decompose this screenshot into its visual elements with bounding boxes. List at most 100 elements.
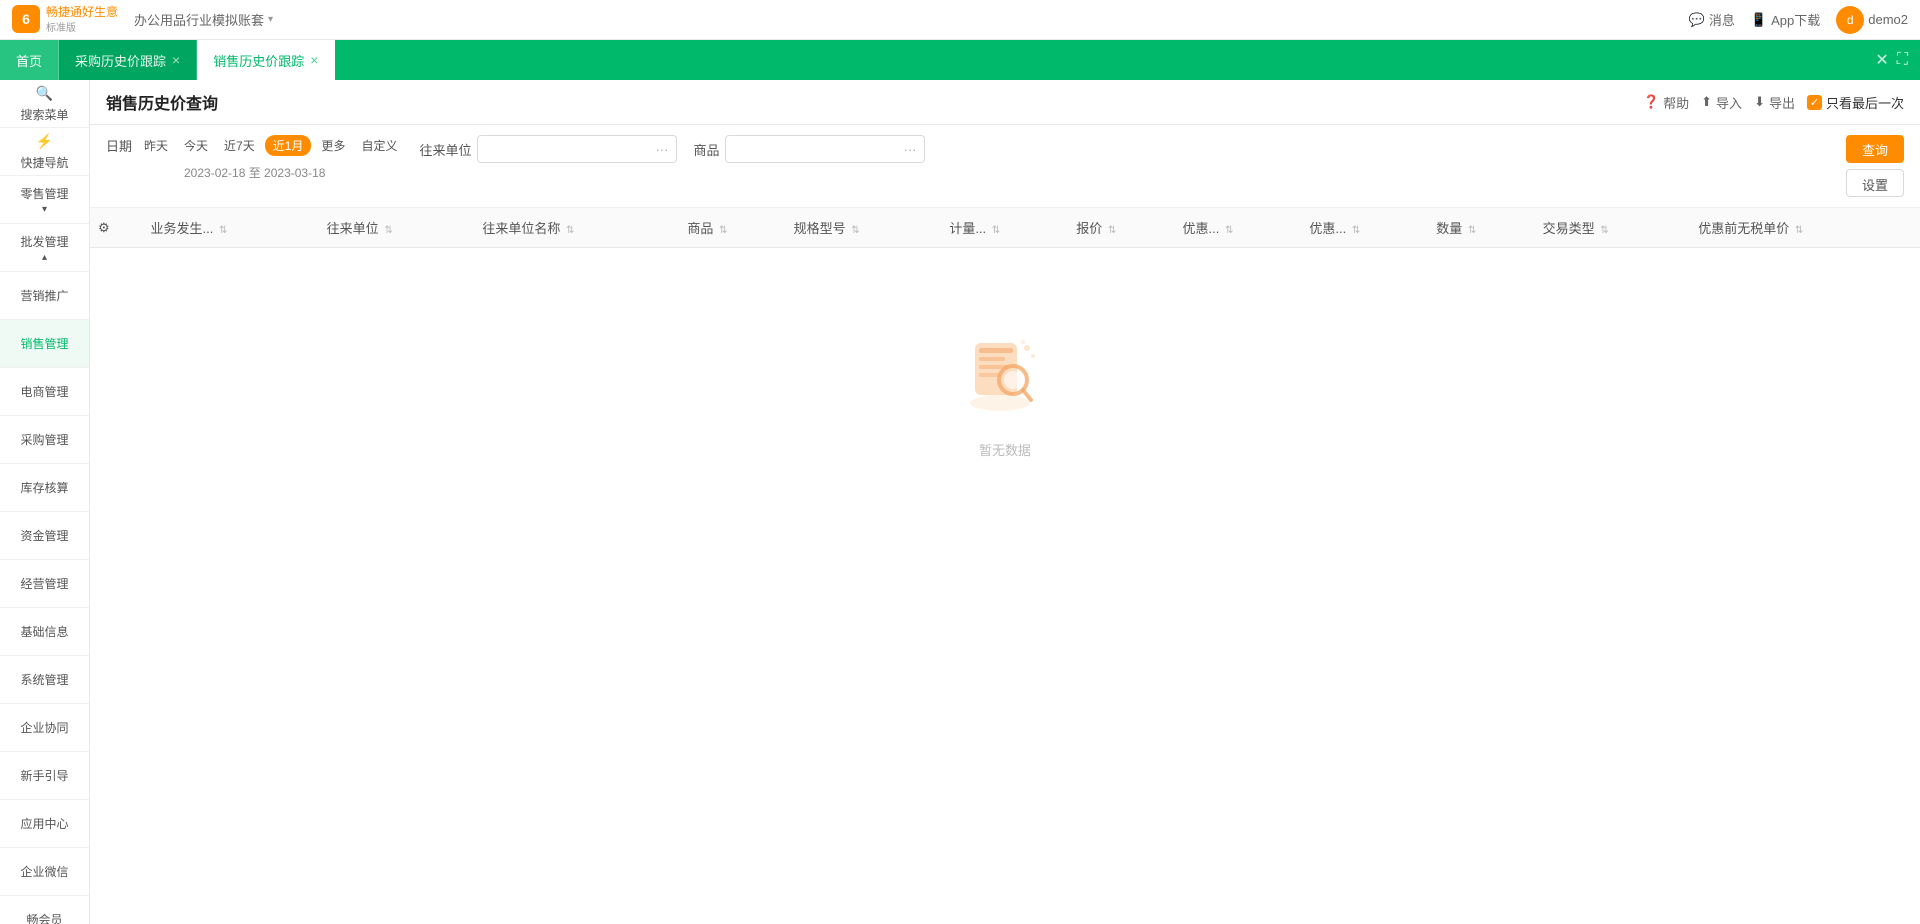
sidebar-label-quick-nav: 快捷导航: [20, 154, 68, 171]
sidebar-item-ecommerce[interactable]: 电商管理: [0, 368, 89, 416]
table-container: ⚙ 业务发生... ⇅ 往来单位 ⇅ 往来单位名称 ⇅: [90, 208, 1920, 924]
col-spec[interactable]: 规格型号 ⇅: [786, 208, 942, 248]
date-btn-7days[interactable]: 近7天: [218, 135, 261, 156]
query-button[interactable]: 查询: [1846, 135, 1904, 163]
empty-svg: [955, 328, 1045, 418]
logo-text-area: 畅捷通好生意 标准版: [46, 5, 118, 34]
sidebar-item-enterprise-wechat[interactable]: 企业微信: [0, 848, 89, 896]
help-button[interactable]: ❓ 帮助: [1643, 93, 1689, 112]
sidebar-item-marketing[interactable]: 营销推广: [0, 272, 89, 320]
partner-filter-input[interactable]: ···: [477, 135, 677, 163]
sidebar-item-new-guide[interactable]: 新手引导: [0, 752, 89, 800]
close-all-tabs-icon[interactable]: ✕: [1875, 50, 1888, 70]
col-quote[interactable]: 报价 ⇅: [1068, 208, 1174, 248]
only-last-checkbox[interactable]: ✓: [1807, 95, 1822, 110]
tab-purchase-history[interactable]: 采购历史价跟踪 ×: [59, 40, 197, 80]
col-unit[interactable]: 计量... ⇅: [941, 208, 1068, 248]
lightning-icon: ⚡: [36, 133, 53, 150]
col-partner-code-label: 往来单位: [327, 221, 379, 236]
col-partner-name-label: 往来单位名称: [482, 221, 560, 236]
product-filter-input[interactable]: ···: [725, 135, 925, 163]
tab-sales-history[interactable]: 销售历史价跟踪 ×: [197, 40, 335, 80]
sort-icon-partner-name: ⇅: [566, 225, 574, 236]
sidebar-item-sales[interactable]: 销售管理: [0, 320, 89, 368]
settings-button[interactable]: 设置: [1846, 169, 1904, 197]
col-discount2[interactable]: 优惠... ⇅: [1301, 208, 1428, 248]
avatar: d: [1836, 6, 1864, 34]
sidebar-label-system: 系统管理: [20, 671, 68, 688]
empty-state: 暂无数据: [90, 248, 1920, 539]
product-filter-group: 商品 ···: [693, 135, 925, 163]
col-pre-tax-price[interactable]: 优惠前无税单价 ⇅: [1690, 208, 1920, 248]
col-trade-type[interactable]: 交易类型 ⇅: [1535, 208, 1691, 248]
tab-bar: 首页 采购历史价跟踪 × 销售历史价跟踪 × ✕ ⛶: [0, 40, 1920, 80]
expand-icon[interactable]: ⛶: [1897, 51, 1908, 69]
col-qty[interactable]: 数量 ⇅: [1428, 208, 1534, 248]
col-settings[interactable]: ⚙: [90, 208, 142, 248]
top-bar: 6 畅捷通好生意 标准版 办公用品行业模拟账套 ▾ 💬 消息 📱 App下载 d…: [0, 0, 1920, 40]
sort-icon-trade-type: ⇅: [1600, 225, 1608, 236]
sidebar-label-search-menu: 搜索菜单: [20, 106, 68, 123]
sidebar-label-sales: 销售管理: [20, 335, 68, 352]
logo-sub: 标准版: [46, 19, 118, 34]
import-label: 导入: [1716, 93, 1742, 112]
col-unit-label: 计量...: [949, 221, 986, 236]
col-spec-label: 规格型号: [794, 221, 846, 236]
table-header-row: ⚙ 业务发生... ⇅ 往来单位 ⇅ 往来单位名称 ⇅: [90, 208, 1920, 248]
sidebar-item-purchase[interactable]: 采购管理: [0, 416, 89, 464]
sidebar-item-wholesale[interactable]: 批发管理 ▴: [0, 224, 89, 272]
sidebar-item-system[interactable]: 系统管理: [0, 656, 89, 704]
date-btn-1month[interactable]: 近1月: [265, 135, 312, 156]
date-filter-label: 日期: [106, 136, 132, 155]
sidebar-item-base-info[interactable]: 基础信息: [0, 608, 89, 656]
import-button[interactable]: ⬆ 导入: [1701, 93, 1742, 112]
page-title-row: 销售历史价查询 ❓ 帮助 ⬆ 导入 ⬇ 导出 ✓: [106, 90, 1904, 114]
sort-icon-spec: ⇅: [851, 225, 859, 236]
sidebar-item-finance[interactable]: 资金管理: [0, 512, 89, 560]
main-layout: 🔍 搜索菜单 ⚡ 快捷导航 零售管理 ▾ 批发管理 ▴ 营销推广 销售管理 电商…: [0, 80, 1920, 924]
col-partner-name[interactable]: 往来单位名称 ⇅: [474, 208, 679, 248]
col-qty-label: 数量: [1436, 221, 1462, 236]
sidebar-item-retail[interactable]: 零售管理 ▾: [0, 176, 89, 224]
col-trade-type-label: 交易类型: [1543, 221, 1595, 236]
sidebar-item-search-menu[interactable]: 🔍 搜索菜单: [0, 80, 89, 128]
message-button[interactable]: 💬 消息: [1689, 10, 1735, 29]
col-discount2-label: 优惠...: [1309, 221, 1346, 236]
sidebar-label-ecommerce: 电商管理: [20, 383, 68, 400]
app-selector[interactable]: 办公用品行业模拟账套 ▾: [126, 6, 281, 33]
sidebar-item-app-center[interactable]: 应用中心: [0, 800, 89, 848]
sidebar-item-ops[interactable]: 经营管理: [0, 560, 89, 608]
chevron-down-icon: ▾: [268, 14, 273, 25]
sidebar-label-wholesale: 批发管理: [20, 233, 68, 250]
tab-home[interactable]: 首页: [0, 40, 59, 80]
sidebar-label-ops: 经营管理: [20, 575, 68, 592]
col-biz-date[interactable]: 业务发生... ⇅: [142, 208, 318, 248]
col-product[interactable]: 商品 ⇅: [679, 208, 785, 248]
app-download-button[interactable]: 📱 App下载: [1751, 10, 1820, 29]
app-download-label: App下载: [1771, 10, 1820, 29]
sort-icon-qty: ⇅: [1468, 225, 1476, 236]
sidebar-item-quick-nav[interactable]: ⚡ 快捷导航: [0, 128, 89, 176]
sales-tab-close-icon[interactable]: ×: [310, 52, 318, 68]
sidebar-item-enterprise-coop[interactable]: 企业协同: [0, 704, 89, 752]
sort-icon-pre-tax-price: ⇅: [1795, 225, 1803, 236]
col-partner-code[interactable]: 往来单位 ⇅: [319, 208, 475, 248]
sort-icon-discount1: ⇅: [1225, 225, 1233, 236]
sidebar-label-finance: 资金管理: [20, 527, 68, 544]
sidebar-item-member[interactable]: 畅会员: [0, 896, 89, 924]
user-profile[interactable]: d demo2: [1836, 6, 1908, 34]
product-input-dots: ···: [903, 142, 916, 157]
date-btn-today[interactable]: 今天: [178, 135, 214, 156]
sales-tab-label: 销售历史价跟踪: [213, 51, 304, 70]
date-btn-more[interactable]: 更多: [315, 135, 351, 156]
sidebar: 🔍 搜索菜单 ⚡ 快捷导航 零售管理 ▾ 批发管理 ▴ 营销推广 销售管理 电商…: [0, 80, 90, 924]
purchase-tab-close-icon[interactable]: ×: [172, 52, 180, 68]
date-btn-custom[interactable]: 自定义: [355, 135, 403, 156]
date-btn-yesterday[interactable]: 昨天: [138, 135, 174, 156]
filter-actions: 查询 设置: [1846, 135, 1904, 197]
date-range: 2023-02-18 至 2023-03-18: [184, 164, 325, 181]
export-button[interactable]: ⬇ 导出: [1754, 93, 1795, 112]
app-name: 办公用品行业模拟账套: [134, 10, 264, 29]
sidebar-item-inventory[interactable]: 库存核算: [0, 464, 89, 512]
col-discount1[interactable]: 优惠... ⇅: [1175, 208, 1302, 248]
